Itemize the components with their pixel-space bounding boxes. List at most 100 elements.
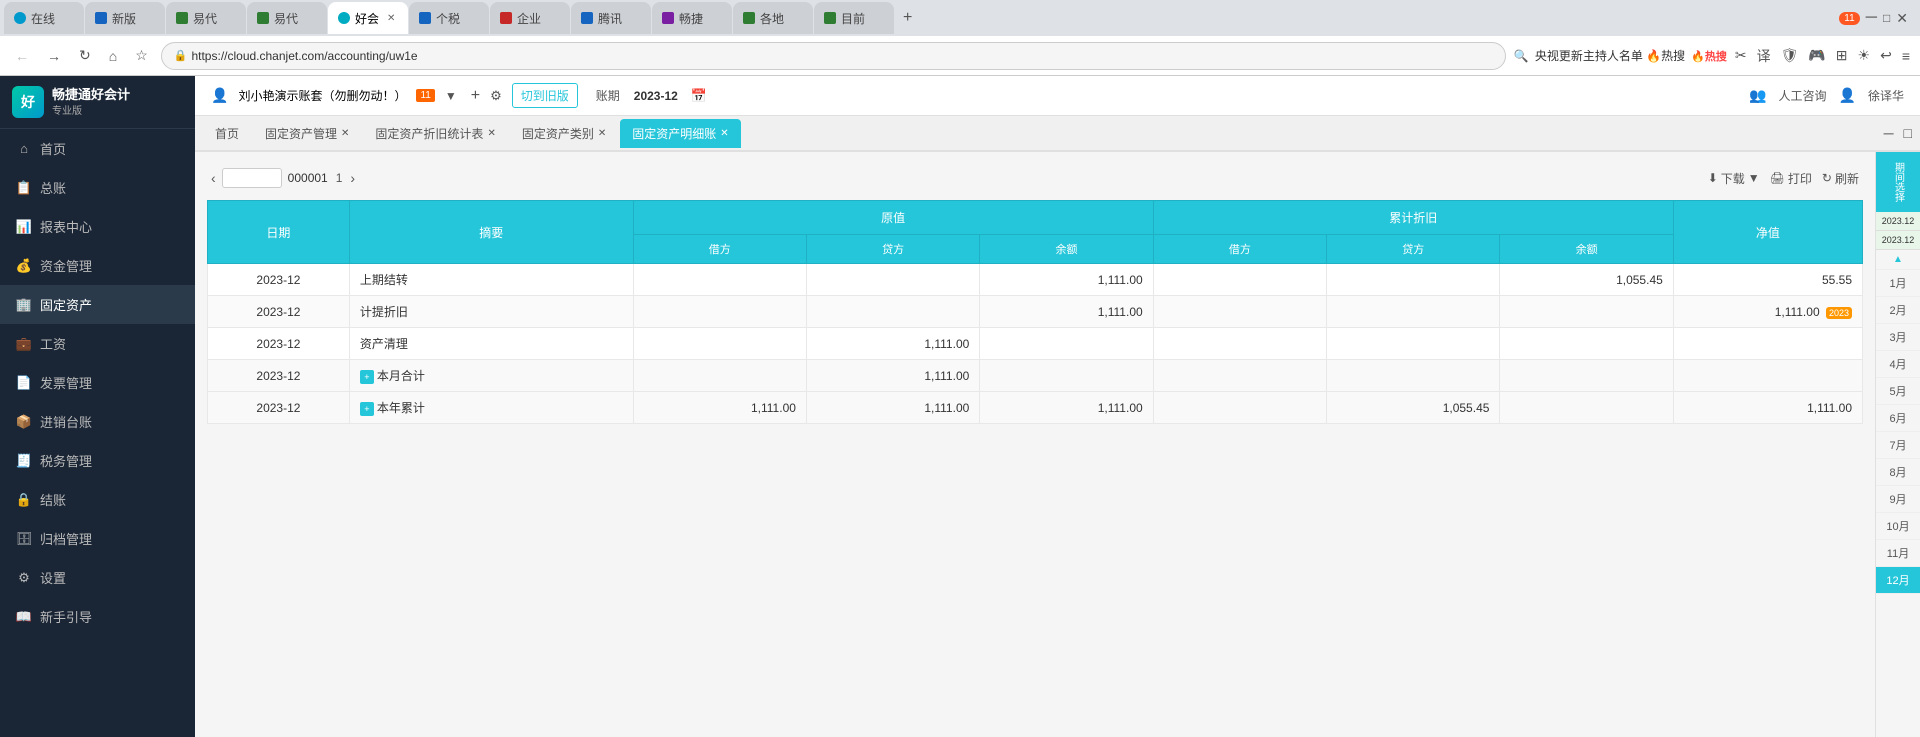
sidebar-item-tax[interactable]: 🧾 税务管理: [0, 441, 195, 480]
menu-icon[interactable]: ≡: [1902, 48, 1910, 64]
page-tab-label-home: 首页: [215, 125, 239, 142]
maximize-window-btn[interactable]: □: [1904, 125, 1912, 141]
cell-net-0: 55.55: [1673, 264, 1862, 296]
money-icon: 💰: [16, 258, 32, 274]
calendar-icon[interactable]: 📅: [691, 88, 707, 104]
period-expand-btn[interactable]: ▲: [1876, 250, 1920, 270]
page-tab-home[interactable]: 首页: [203, 119, 251, 148]
cell-accum-debit-3: [1153, 360, 1326, 392]
forward-button[interactable]: →: [42, 45, 66, 67]
sidebar-label-settings: 设置: [40, 568, 66, 587]
hot-search-label: 🔥热搜: [1691, 48, 1727, 64]
cell-orig-debit-3: [633, 360, 806, 392]
new-tab-button[interactable]: +: [895, 5, 920, 31]
minimize-btn[interactable]: ─: [1866, 9, 1877, 27]
home-nav-button[interactable]: ⌂: [104, 45, 122, 67]
tab-new[interactable]: 新版: [85, 2, 165, 34]
url-bar[interactable]: 🔒 https://cloud.chanjet.com/accounting/u…: [161, 42, 1506, 70]
tab-geshui[interactable]: 个税: [409, 2, 489, 34]
sidebar-item-close-account[interactable]: 🔒 结账: [0, 480, 195, 519]
page-tab-close-asset-detail[interactable]: ✕: [720, 128, 728, 139]
period-month-8[interactable]: 8月: [1876, 459, 1920, 486]
chart-icon: 📊: [16, 219, 32, 235]
period-month-10[interactable]: 10月: [1876, 513, 1920, 540]
period-month-5[interactable]: 5月: [1876, 378, 1920, 405]
page-number-input[interactable]: [222, 168, 282, 188]
tab-gedi[interactable]: 各地: [733, 2, 813, 34]
tab-yidai2[interactable]: 易代: [247, 2, 327, 34]
back-arrow-icon[interactable]: ↩: [1880, 47, 1892, 64]
period-month-1[interactable]: 1月: [1876, 270, 1920, 297]
game-icon[interactable]: 🎮: [1808, 47, 1825, 64]
refresh-btn[interactable]: ↻ 刷新: [1822, 170, 1859, 187]
prev-page-btn[interactable]: ‹: [211, 170, 216, 186]
tab-changjie[interactable]: 畅捷: [652, 2, 732, 34]
page-tab-close-depreciation-stat[interactable]: ✕: [487, 128, 495, 139]
period-month-7[interactable]: 7月: [1876, 432, 1920, 459]
download-btn[interactable]: ⬇ 下载 ▼: [1708, 170, 1760, 187]
period-month-4[interactable]: 4月: [1876, 351, 1920, 378]
close-btn[interactable]: ✕: [1896, 10, 1908, 27]
sidebar-item-archive[interactable]: 🗄 归档管理: [0, 519, 195, 558]
back-button[interactable]: ←: [10, 45, 34, 67]
tab-qiye[interactable]: 企业: [490, 2, 570, 34]
cell-net-3: [1673, 360, 1862, 392]
user-service-label[interactable]: 人工咨询: [1779, 87, 1827, 104]
page-tab-asset-category[interactable]: 固定资产类别 ✕: [510, 119, 618, 148]
cell-summary-3: +本月合计: [349, 360, 633, 392]
col-orig-balance: 余额: [980, 235, 1153, 264]
period-month-2[interactable]: 2月: [1876, 297, 1920, 324]
grid-icon[interactable]: ⊞: [1836, 47, 1848, 64]
trade-icon: 📦: [16, 414, 32, 430]
tab-haohui[interactable]: 好会 ✕: [328, 2, 408, 34]
period-month-6[interactable]: 6月: [1876, 405, 1920, 432]
refresh-nav-button[interactable]: ↻: [74, 44, 96, 67]
sidebar-item-guide[interactable]: 📖 新手引导: [0, 597, 195, 636]
sidebar-item-report[interactable]: 📊 报表中心: [0, 207, 195, 246]
user-avatar-icon: 👤: [1839, 87, 1856, 104]
maximize-btn[interactable]: □: [1883, 11, 1890, 25]
page-tab-depreciation-stat[interactable]: 固定资产折旧统计表 ✕: [363, 119, 507, 148]
page-tab-asset-detail[interactable]: 固定资产明细账 ✕: [620, 119, 740, 148]
period-month-9[interactable]: 9月: [1876, 486, 1920, 513]
sidebar-item-home[interactable]: ⌂ 首页: [0, 129, 195, 168]
dropdown-icon[interactable]: ▼: [445, 89, 457, 103]
cell-orig-debit-0: [633, 264, 806, 296]
sidebar-item-trade[interactable]: 📦 进销台账: [0, 402, 195, 441]
print-btn[interactable]: 🖨 打印: [1770, 170, 1812, 187]
tab-online[interactable]: 在线: [4, 2, 84, 34]
table-row: 2023-12 上期结转 1,111.00 1,055.45 55.55: [208, 264, 1863, 296]
download-dropdown-icon[interactable]: ▼: [1748, 171, 1760, 185]
sidebar-item-invoice[interactable]: 📄 发票管理: [0, 363, 195, 402]
period-month-11[interactable]: 11月: [1876, 540, 1920, 567]
page-tab-asset-mgmt[interactable]: 固定资产管理 ✕: [253, 119, 361, 148]
tab-muqian[interactable]: 目前: [814, 2, 894, 34]
period-year2[interactable]: 2023.12: [1876, 231, 1920, 250]
col-original-header: 原值: [633, 201, 1153, 235]
tab-label-geshui: 个税: [436, 10, 460, 27]
tab-yidai1[interactable]: 易代: [166, 2, 246, 34]
translate-icon[interactable]: 译: [1757, 46, 1771, 66]
sidebar-item-ledger[interactable]: 📋 总账: [0, 168, 195, 207]
minimize-window-btn[interactable]: ─: [1884, 125, 1894, 141]
sidebar-item-cash[interactable]: 💰 资金管理: [0, 246, 195, 285]
scissors-icon[interactable]: ✂: [1735, 47, 1747, 64]
page-tab-close-asset-mgmt[interactable]: ✕: [341, 128, 349, 139]
sidebar-item-settings[interactable]: ⚙ 设置: [0, 558, 195, 597]
switch-version-btn[interactable]: 切到旧版: [512, 83, 578, 108]
period-year1[interactable]: 2023.12: [1876, 212, 1920, 231]
next-page-btn[interactable]: ›: [350, 170, 355, 186]
sidebar-label-invoice: 发票管理: [40, 373, 92, 392]
page-tab-close-asset-category[interactable]: ✕: [598, 128, 606, 139]
tab-close-haohui[interactable]: ✕: [387, 13, 395, 24]
period-month-3[interactable]: 3月: [1876, 324, 1920, 351]
period-month-12[interactable]: 12月: [1876, 567, 1920, 594]
sun-icon[interactable]: ☀: [1858, 47, 1871, 64]
settings-small-icon[interactable]: ⚙: [490, 88, 502, 104]
shield-icon[interactable]: 🛡: [1781, 47, 1799, 64]
tab-tencent[interactable]: 腾讯: [571, 2, 651, 34]
sidebar-item-asset[interactable]: 🏢 固定资产: [0, 285, 195, 324]
star-button[interactable]: ☆: [130, 44, 153, 67]
add-account-btn[interactable]: +: [471, 87, 480, 105]
sidebar-item-salary[interactable]: 💼 工资: [0, 324, 195, 363]
